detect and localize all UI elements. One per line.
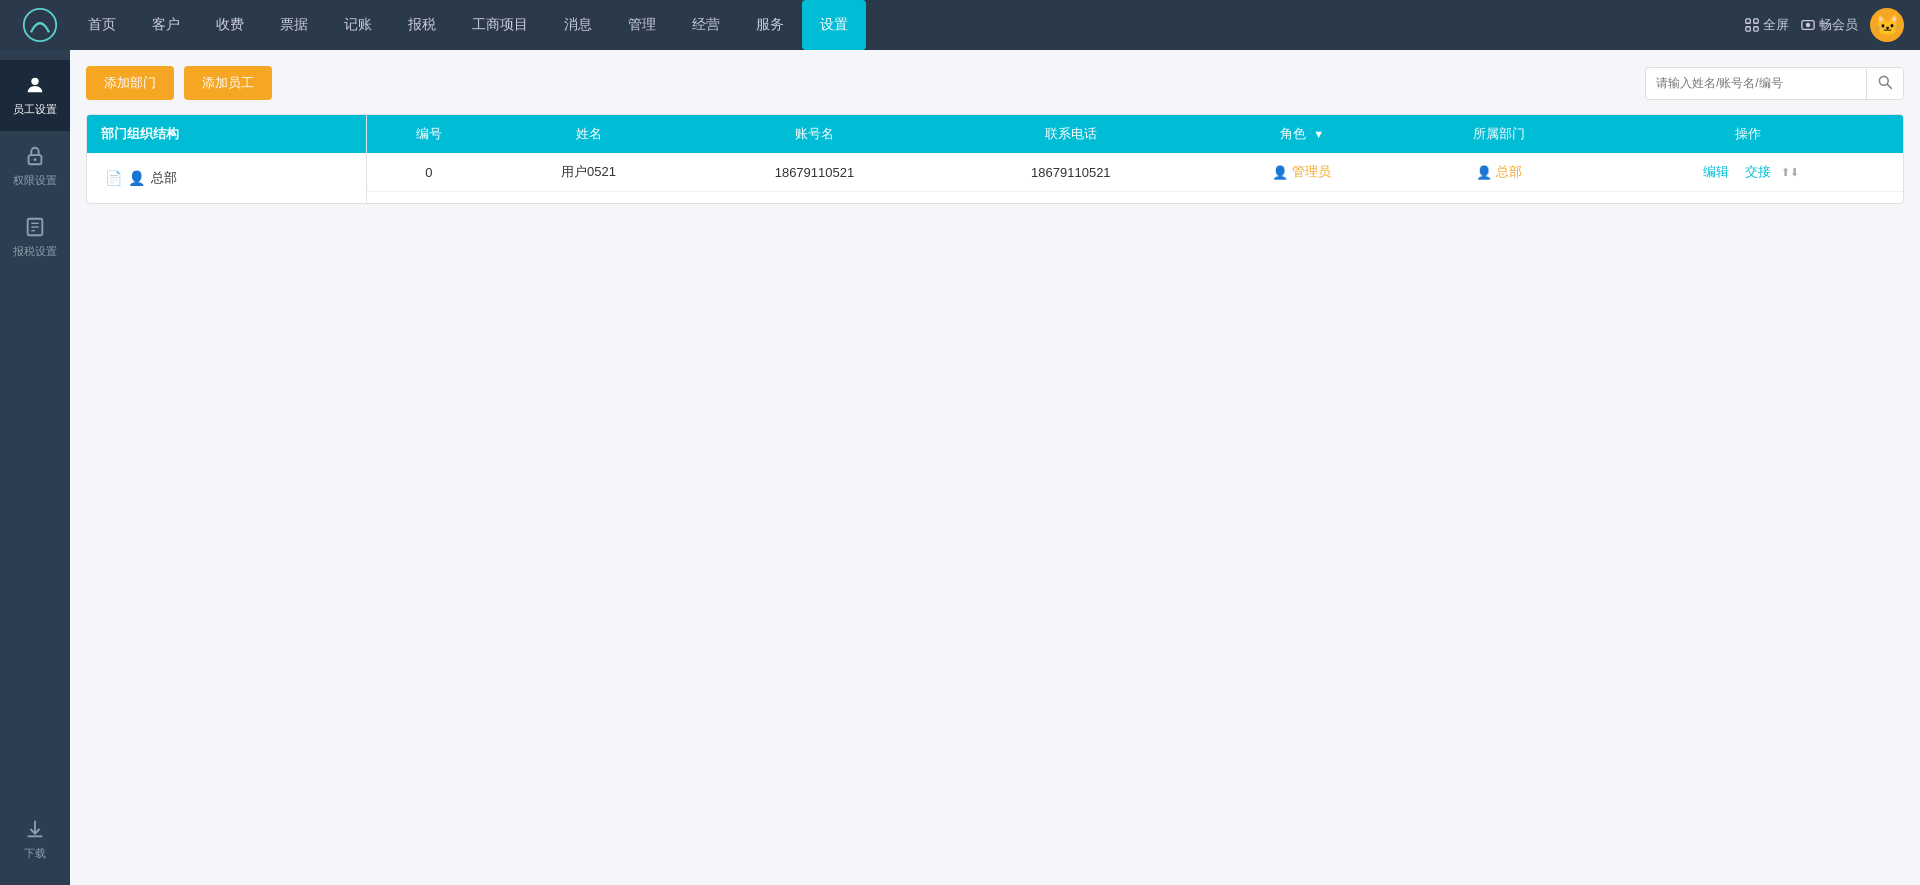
dept-file-icon: 📄 <box>105 170 122 186</box>
transfer-button[interactable]: 交接 <box>1745 164 1771 179</box>
search-input[interactable] <box>1646 70 1866 96</box>
col-id: 编号 <box>367 115 491 153</box>
fullscreen-icon <box>1745 18 1759 32</box>
sidebar-item-download[interactable]: 下载 <box>20 804 50 875</box>
fullscreen-button[interactable]: 全屏 <box>1745 16 1789 34</box>
nav-home[interactable]: 首页 <box>70 0 134 50</box>
logo <box>10 0 70 50</box>
top-nav: 首页 客户 收费 票据 记账 报税 工商项目 消息 管理 经营 服务 设置 全屏 <box>0 0 1920 50</box>
sidebar-item-employee[interactable]: 员工设置 <box>0 60 70 131</box>
dept-tree: 部门组织结构 📄 👤 总部 <box>87 115 367 203</box>
sidebar-download-label: 下载 <box>24 846 46 861</box>
nav-tax[interactable]: 报税 <box>390 0 454 50</box>
nav-fee[interactable]: 收费 <box>198 0 262 50</box>
svg-point-6 <box>1806 23 1810 27</box>
svg-rect-2 <box>1754 19 1758 23</box>
row-scroll-arrows: ⬆⬇ <box>1781 166 1799 178</box>
sidebar-bottom: 下载 <box>20 804 50 875</box>
employee-icon <box>24 74 46 96</box>
cell-role: 👤 管理员 <box>1199 153 1405 192</box>
col-name: 姓名 <box>491 115 686 153</box>
svg-line-15 <box>1887 84 1891 88</box>
dept-user-icon-row: 👤 <box>1476 165 1492 180</box>
role-user-icon: 👤 <box>1272 165 1288 180</box>
col-role: 角色 ▼ <box>1199 115 1405 153</box>
nav-message[interactable]: 消息 <box>546 0 610 50</box>
nav-bookkeeping[interactable]: 记账 <box>326 0 390 50</box>
cell-phone: 18679110521 <box>943 153 1199 192</box>
cell-dept: 👤 总部 <box>1405 153 1593 192</box>
col-account: 账号名 <box>686 115 942 153</box>
dept-tree-item-general[interactable]: 📄 👤 总部 <box>97 163 356 193</box>
nav-business[interactable]: 工商项目 <box>454 0 546 50</box>
fullscreen-label: 全屏 <box>1763 16 1789 34</box>
nav-customer[interactable]: 客户 <box>134 0 198 50</box>
employee-data-table: 编号 姓名 账号名 联系电话 角色 ▼ 所属部门 操作 <box>367 115 1903 192</box>
member-button[interactable]: 畅会员 <box>1801 16 1858 34</box>
dept-tree-body: 📄 👤 总部 <box>87 153 366 203</box>
role-badge: 👤 管理员 <box>1211 163 1393 181</box>
employee-table: 编号 姓名 账号名 联系电话 角色 ▼ 所属部门 操作 <box>367 115 1903 203</box>
download-icon <box>24 818 46 840</box>
permission-icon <box>24 145 46 167</box>
user-avatar[interactable]: 🐱 <box>1870 8 1904 42</box>
svg-rect-3 <box>1746 27 1750 31</box>
nav-invoice[interactable]: 票据 <box>262 0 326 50</box>
cell-account: 18679110521 <box>686 153 942 192</box>
nav-operation[interactable]: 经营 <box>674 0 738 50</box>
nav-settings[interactable]: 设置 <box>802 0 866 50</box>
col-action: 操作 <box>1593 115 1903 153</box>
table-row: 0 用户0521 18679110521 18679110521 👤 管理员 <box>367 153 1903 192</box>
toolbar: 添加部门 添加员工 <box>86 66 1904 100</box>
sidebar-tax-label: 报税设置 <box>13 244 57 259</box>
nav-right: 全屏 畅会员 🐱 <box>1745 8 1904 42</box>
member-label: 畅会员 <box>1819 16 1858 34</box>
col-phone: 联系电话 <box>943 115 1199 153</box>
search-button[interactable] <box>1866 68 1903 99</box>
col-dept: 所属部门 <box>1405 115 1593 153</box>
sidebar-permission-label: 权限设置 <box>13 173 57 188</box>
sidebar: 员工设置 权限设置 报税设置 <box>0 50 70 885</box>
cell-id: 0 <box>367 153 491 192</box>
dept-badge: 👤 总部 <box>1417 163 1581 181</box>
content-area: 添加部门 添加员工 部门组织结构 📄 👤 <box>70 50 1920 885</box>
table-container: 部门组织结构 📄 👤 总部 编号 姓名 账号名 <box>86 114 1904 204</box>
sidebar-item-permission[interactable]: 权限设置 <box>0 131 70 202</box>
cell-actions: 编辑 交接 ⬆⬇ <box>1593 153 1903 192</box>
dept-user-icon: 👤 <box>128 170 145 186</box>
svg-rect-4 <box>1754 27 1758 31</box>
table-body: 0 用户0521 18679110521 18679110521 👤 管理员 <box>367 153 1903 192</box>
search-box <box>1645 67 1904 100</box>
role-filter-icon[interactable]: ▼ <box>1313 128 1324 140</box>
member-icon <box>1801 18 1815 32</box>
dept-tree-header: 部门组织结构 <box>87 115 366 153</box>
logo-icon <box>22 7 58 43</box>
nav-service[interactable]: 服务 <box>738 0 802 50</box>
edit-button[interactable]: 编辑 <box>1703 164 1729 179</box>
svg-point-9 <box>34 158 37 161</box>
nav-items: 首页 客户 收费 票据 记账 报税 工商项目 消息 管理 经营 服务 设置 <box>70 0 1745 50</box>
tax-icon <box>24 216 46 238</box>
svg-point-0 <box>24 9 56 41</box>
cell-name: 用户0521 <box>491 153 686 192</box>
sidebar-employee-label: 员工设置 <box>13 102 57 117</box>
search-icon <box>1877 74 1893 90</box>
add-dept-button[interactable]: 添加部门 <box>86 66 174 100</box>
table-header-row: 编号 姓名 账号名 联系电话 角色 ▼ 所属部门 操作 <box>367 115 1903 153</box>
main-layout: 员工设置 权限设置 报税设置 <box>0 50 1920 885</box>
add-employee-button[interactable]: 添加员工 <box>184 66 272 100</box>
svg-point-7 <box>31 78 38 85</box>
dept-name-general: 总部 <box>151 169 177 187</box>
sidebar-item-tax[interactable]: 报税设置 <box>0 202 70 273</box>
svg-rect-1 <box>1746 19 1750 23</box>
nav-manage[interactable]: 管理 <box>610 0 674 50</box>
